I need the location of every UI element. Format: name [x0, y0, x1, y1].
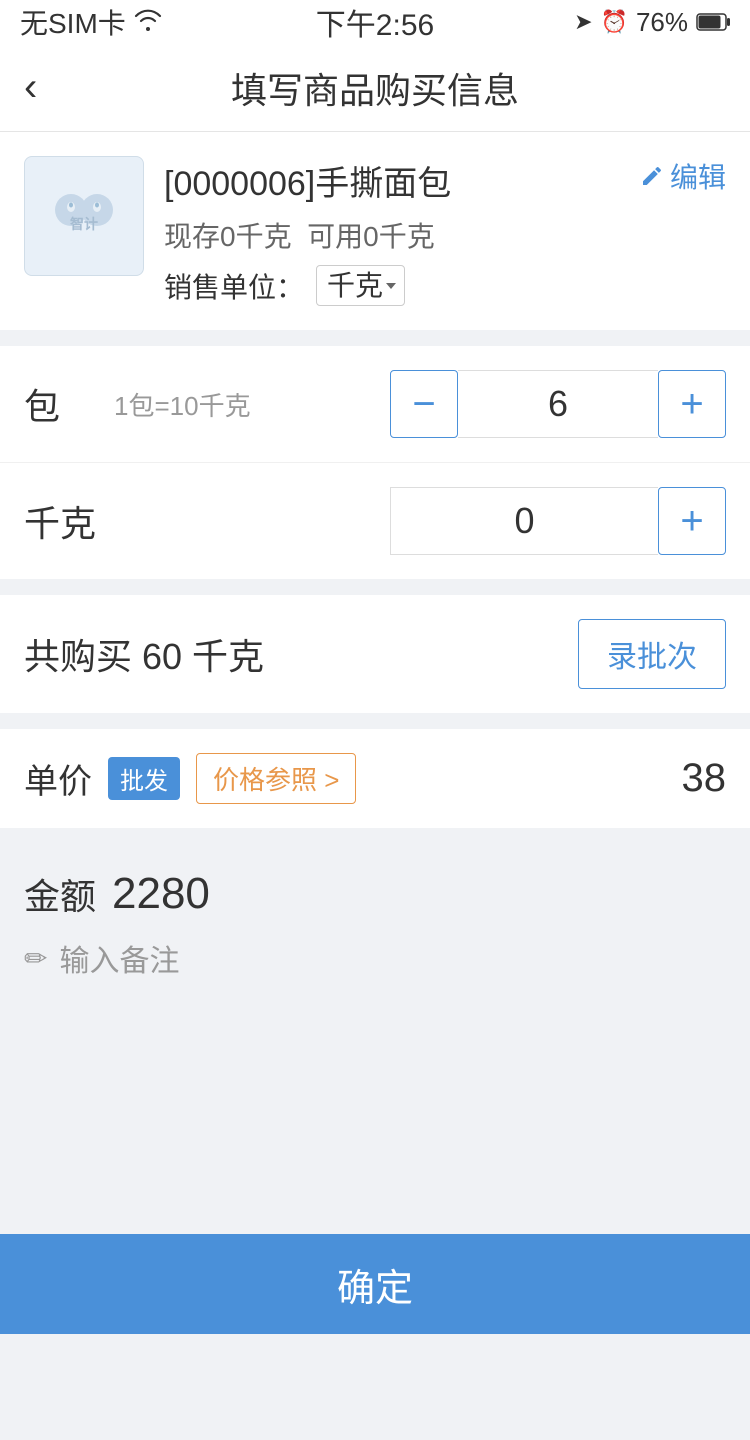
qianke-row: 千克 +	[0, 463, 750, 579]
price-section: 单价 批发 价格参照 > 38	[0, 729, 750, 828]
remark-text: 输入备注	[59, 936, 179, 980]
input-section: 包 1包=10千克 − + 千克 +	[0, 346, 750, 579]
bao-label: 包	[24, 378, 104, 430]
product-stock: 现存0千克 可用0千克	[164, 215, 726, 255]
page-title: 填写商品购买信息	[231, 62, 519, 114]
bao-quantity-input[interactable]	[458, 370, 658, 438]
bao-minus-button[interactable]: −	[390, 370, 458, 438]
remark-row[interactable]: ✏ 输入备注	[24, 936, 726, 980]
nav-bar: ‹ 填写商品购买信息	[0, 44, 750, 132]
price-ref-button[interactable]: 价格参照 >	[196, 753, 356, 804]
product-logo: 智计	[49, 185, 119, 247]
record-batch-button[interactable]: 录批次	[578, 619, 726, 689]
back-button[interactable]: ‹	[24, 65, 37, 110]
location-icon: ➤	[574, 9, 592, 35]
price-label: 单价	[24, 754, 92, 803]
alarm-icon: ⏰	[601, 9, 628, 35]
confirm-bar[interactable]: 确定	[0, 1234, 750, 1334]
bao-controls: − +	[390, 370, 726, 438]
product-info: [0000006]手撕面包 编辑 现存0千克 可用0千克 销售单位： 千克	[164, 156, 726, 306]
product-card: 智计 [0000006]手撕面包 编辑 现存0千克 可用0千克 销售单位：	[0, 132, 750, 330]
remark-icon: ✏	[24, 942, 47, 975]
confirm-button[interactable]: 确定	[337, 1257, 413, 1312]
price-badge: 批发	[108, 757, 180, 800]
unit-select[interactable]: 千克	[316, 265, 405, 306]
bao-plus-button[interactable]: +	[658, 370, 726, 438]
amount-value: 2280	[112, 869, 210, 919]
amount-row: 金额 2280	[24, 868, 726, 920]
qianke-controls: +	[390, 487, 726, 555]
bao-row: 包 1包=10千克 − +	[0, 346, 750, 463]
edit-button[interactable]: 编辑	[640, 156, 726, 196]
svg-text:智计: 智计	[69, 216, 98, 232]
qianke-plus-button[interactable]: +	[658, 487, 726, 555]
wifi-icon	[134, 6, 162, 38]
status-bar: 无SIM卡 下午2:56 ➤ ⏰ 76%	[0, 0, 750, 44]
amount-label: 金额	[24, 868, 96, 920]
total-section: 共购买 60 千克 录批次	[0, 595, 750, 713]
qianke-label: 千克	[24, 495, 104, 547]
product-name: [0000006]手撕面包	[164, 156, 451, 205]
product-image: 智计	[24, 156, 144, 276]
status-right: ➤ ⏰ 76%	[574, 7, 730, 38]
bao-sublabel: 1包=10千克	[114, 386, 251, 423]
status-time: 下午2:56	[316, 0, 434, 44]
carrier-text: 无SIM卡	[20, 2, 126, 42]
price-row: 单价 批发 价格参照 > 38	[24, 753, 726, 804]
qianke-quantity-input[interactable]	[390, 487, 658, 555]
total-text: 共购买 60 千克	[24, 628, 264, 680]
battery-text: 76%	[636, 7, 688, 38]
price-value: 38	[682, 756, 727, 801]
amount-section: 金额 2280 ✏ 输入备注	[0, 844, 750, 1004]
battery-icon	[696, 7, 730, 38]
product-unit-row: 销售单位： 千克	[164, 265, 726, 306]
status-left: 无SIM卡	[20, 2, 162, 42]
